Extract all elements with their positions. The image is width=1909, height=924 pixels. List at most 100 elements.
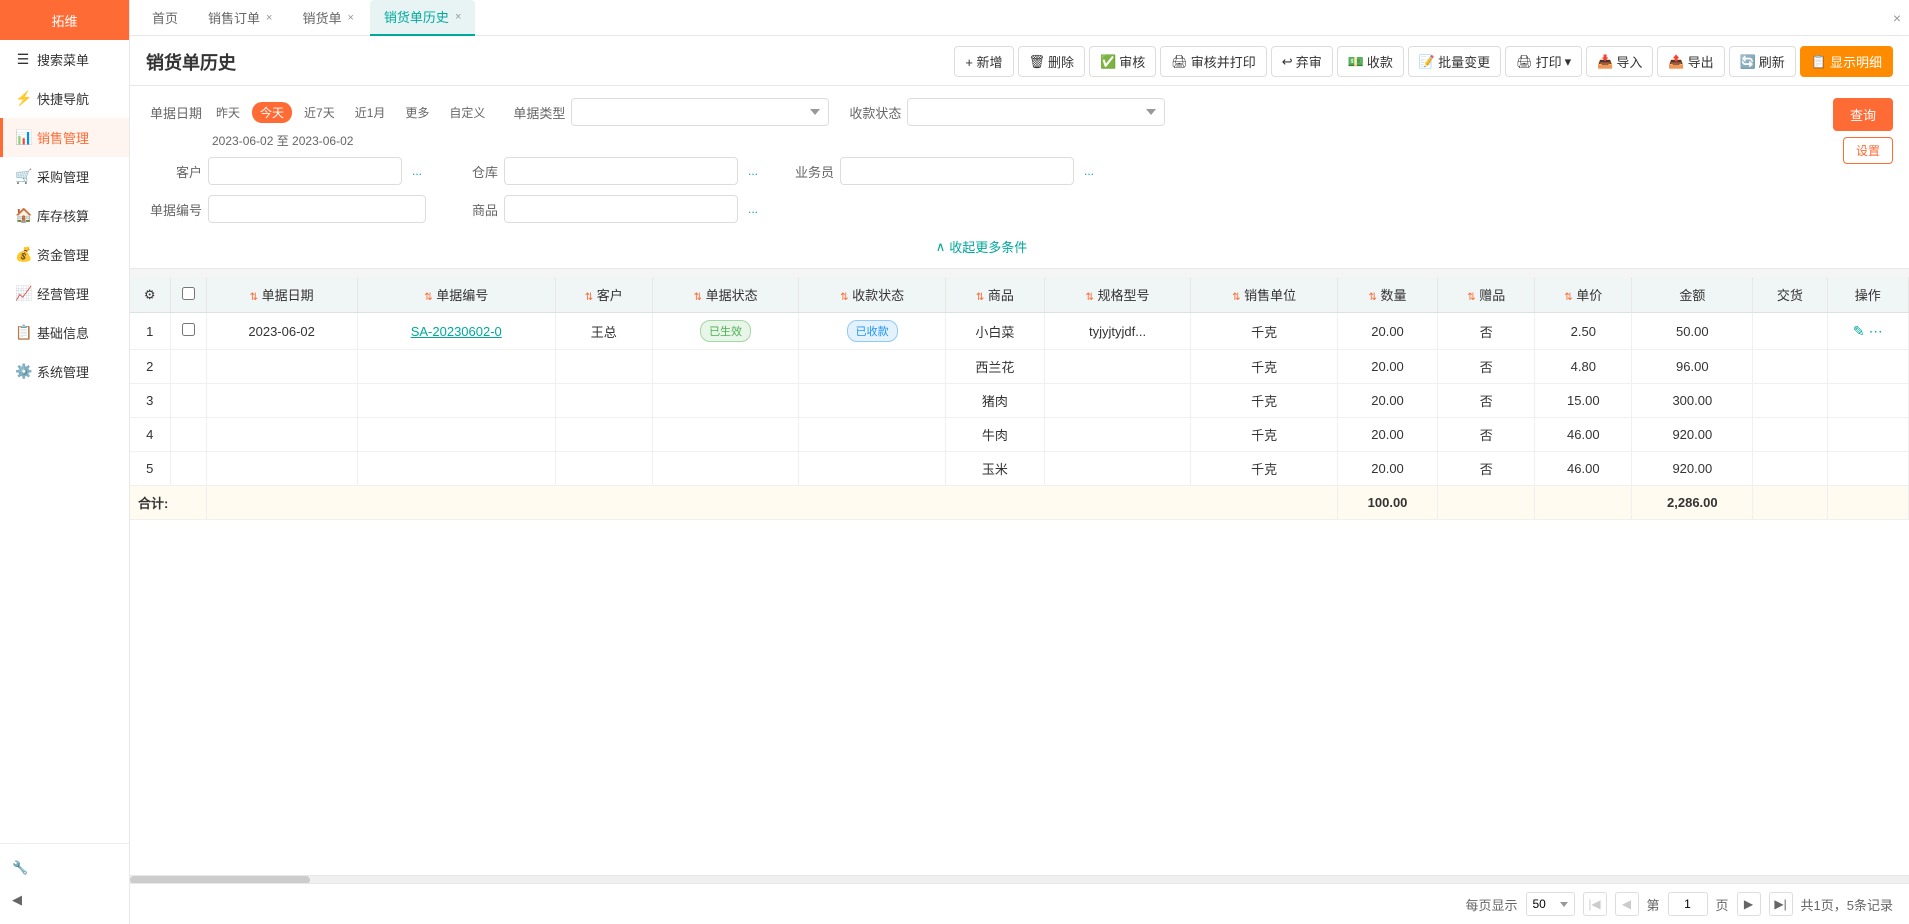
tab-sales-history-close[interactable]: × bbox=[455, 11, 461, 23]
warehouse-input[interactable] bbox=[504, 157, 738, 185]
horizontal-scrollbar[interactable] bbox=[130, 875, 1909, 883]
date-tab-more[interactable]: 更多 bbox=[397, 102, 437, 123]
new-button[interactable]: + 新增 bbox=[954, 46, 1013, 77]
delete-button[interactable]: 🗑 删除 bbox=[1018, 46, 1086, 77]
collect-status-select[interactable] bbox=[907, 98, 1165, 126]
th-goods[interactable]: ⇅ 商品 bbox=[945, 277, 1044, 313]
th-gift[interactable]: ⇅ 赠品 bbox=[1438, 277, 1535, 313]
th-spec[interactable]: ⇅ 规格型号 bbox=[1044, 277, 1191, 313]
audit-button[interactable]: ✅ 审核 bbox=[1089, 46, 1156, 77]
salesman-ellipsis[interactable]: ... bbox=[1080, 162, 1098, 180]
tab-sales-order[interactable]: 销售订单 × bbox=[194, 0, 286, 36]
close-all-tabs[interactable]: × bbox=[1893, 10, 1901, 26]
batch-change-button[interactable]: 📝 批量变更 bbox=[1408, 46, 1501, 77]
warehouse-filter: 仓库 ... bbox=[442, 157, 762, 185]
goods-input[interactable] bbox=[504, 195, 738, 223]
row-checkbox[interactable] bbox=[170, 452, 206, 486]
query-button[interactable]: 查询 bbox=[1833, 98, 1893, 131]
row-number[interactable]: SA-20230602-0 bbox=[357, 313, 555, 350]
sidebar-item-finance[interactable]: 💰 资金管理 bbox=[0, 235, 129, 274]
th-unit[interactable]: ⇅ 销售单位 bbox=[1191, 277, 1338, 313]
date-tab-7days[interactable]: 近7天 bbox=[296, 102, 343, 123]
th-doc-status[interactable]: ⇅ 单据状态 bbox=[652, 277, 799, 313]
th-checkbox[interactable] bbox=[170, 277, 206, 313]
operations-icon: 📈 bbox=[15, 285, 31, 302]
row-trade bbox=[1753, 452, 1827, 486]
tab-sales-goods[interactable]: 销货单 × bbox=[288, 0, 367, 36]
date-tab-today[interactable]: 今天 bbox=[252, 102, 292, 123]
date-tab-custom[interactable]: 自定义 bbox=[441, 102, 493, 123]
th-customer[interactable]: ⇅ 客户 bbox=[555, 277, 652, 313]
row-price: 4.80 bbox=[1535, 350, 1632, 384]
print-button[interactable]: 🖨 打印 ▾ bbox=[1505, 46, 1582, 77]
data-table: ⚙ ⇅ 单据日期 ⇅ 单据编号 bbox=[130, 277, 1909, 520]
next-page-button[interactable]: ▶ bbox=[1737, 892, 1761, 916]
row-amount: 920.00 bbox=[1632, 452, 1753, 486]
row-checkbox[interactable] bbox=[170, 350, 206, 384]
show-detail-button[interactable]: 📋 显示明细 bbox=[1800, 46, 1893, 77]
sidebar-item-system[interactable]: ⚙️ 系统管理 bbox=[0, 352, 129, 391]
th-number[interactable]: ⇅ 单据编号 bbox=[357, 277, 555, 313]
tab-sales-order-close[interactable]: × bbox=[266, 12, 272, 24]
first-page-button[interactable]: |◀ bbox=[1583, 892, 1607, 916]
sidebar-item-sales-mgmt[interactable]: 📊 销售管理 bbox=[0, 118, 129, 157]
audit-print-button[interactable]: 🖨 审核并打印 bbox=[1160, 46, 1267, 77]
row-gift: 否 bbox=[1438, 313, 1535, 350]
tab-sales-goods-close[interactable]: × bbox=[347, 12, 353, 24]
sidebar-item-purchase-mgmt[interactable]: 🛒 采购管理 bbox=[0, 157, 129, 196]
sort-collect-icon: ⇅ bbox=[840, 292, 848, 303]
page-number-input[interactable] bbox=[1668, 892, 1708, 916]
goods-ellipsis[interactable]: ... bbox=[744, 200, 762, 218]
scrollbar-thumb[interactable] bbox=[130, 876, 310, 883]
abandon-button[interactable]: ↩ 弃审 bbox=[1271, 46, 1333, 77]
data-table-container[interactable]: ⚙ ⇅ 单据日期 ⇅ 单据编号 bbox=[130, 277, 1909, 875]
gear-icon[interactable]: ⚙ bbox=[144, 287, 156, 302]
row-unit: 千克 bbox=[1191, 313, 1338, 350]
th-price[interactable]: ⇅ 单价 bbox=[1535, 277, 1632, 313]
sidebar-item-inventory[interactable]: 🏠 库存核算 bbox=[0, 196, 129, 235]
refresh-button[interactable]: 🔄 刷新 bbox=[1729, 46, 1796, 77]
more-icon[interactable]: ⋯ bbox=[1869, 323, 1883, 340]
tab-sales-history[interactable]: 销货单历史 × bbox=[370, 0, 475, 36]
sidebar-item-basic-info[interactable]: 📋 基础信息 bbox=[0, 313, 129, 352]
row-checkbox[interactable] bbox=[170, 384, 206, 418]
settings-filter-button[interactable]: 设置 bbox=[1843, 137, 1893, 164]
sidebar-item-search-menu[interactable]: ☰ 搜索菜单 bbox=[0, 40, 129, 79]
warehouse-ellipsis[interactable]: ... bbox=[744, 162, 762, 180]
row-qty: 20.00 bbox=[1337, 384, 1437, 418]
page-size-select[interactable]: 20 50 100 200 bbox=[1526, 892, 1575, 916]
collapse-filter-button[interactable]: ∧ 收起更多条件 bbox=[146, 233, 1817, 256]
last-page-button[interactable]: ▶| bbox=[1769, 892, 1793, 916]
sidebar-bottom-collapse[interactable]: ◀ bbox=[0, 884, 129, 916]
sidebar-bottom-settings[interactable]: 🔧 bbox=[0, 852, 129, 884]
row-spec: tyjyjtyjdf... bbox=[1044, 313, 1191, 350]
row-price: 46.00 bbox=[1535, 418, 1632, 452]
sidebar-item-operations[interactable]: 📈 经营管理 bbox=[0, 274, 129, 313]
doc-type-select[interactable] bbox=[571, 98, 829, 126]
finance-icon: 💰 bbox=[15, 246, 31, 263]
row-checkbox[interactable] bbox=[170, 313, 206, 350]
select-all-checkbox[interactable] bbox=[182, 287, 195, 300]
th-collect-status[interactable]: ⇅ 收款状态 bbox=[799, 277, 946, 313]
doc-number-input[interactable] bbox=[208, 195, 426, 223]
collect-button[interactable]: 💵 收款 bbox=[1337, 46, 1404, 77]
customer-input[interactable] bbox=[208, 157, 402, 185]
edit-icon[interactable]: ✎ bbox=[1853, 323, 1865, 340]
date-tab-yesterday[interactable]: 昨天 bbox=[208, 102, 248, 123]
th-qty[interactable]: ⇅ 数量 bbox=[1337, 277, 1437, 313]
th-action: 操作 bbox=[1827, 277, 1908, 313]
th-gear[interactable]: ⚙ bbox=[130, 277, 170, 313]
row-doc-status: 已生效 bbox=[652, 313, 799, 350]
row-checkbox[interactable] bbox=[170, 418, 206, 452]
customer-ellipsis[interactable]: ... bbox=[408, 162, 426, 180]
row-trade bbox=[1753, 313, 1827, 350]
tab-home[interactable]: 首页 bbox=[138, 0, 192, 36]
th-date[interactable]: ⇅ 单据日期 bbox=[206, 277, 357, 313]
date-tab-1month[interactable]: 近1月 bbox=[347, 102, 394, 123]
import-button[interactable]: 📥 导入 bbox=[1586, 46, 1653, 77]
salesman-input[interactable] bbox=[840, 157, 1074, 185]
prev-page-button[interactable]: ◀ bbox=[1615, 892, 1639, 916]
row-goods: 玉米 bbox=[945, 452, 1044, 486]
export-button[interactable]: 📤 导出 bbox=[1657, 46, 1724, 77]
sidebar-item-quick-nav[interactable]: ⚡ 快捷导航 bbox=[0, 79, 129, 118]
